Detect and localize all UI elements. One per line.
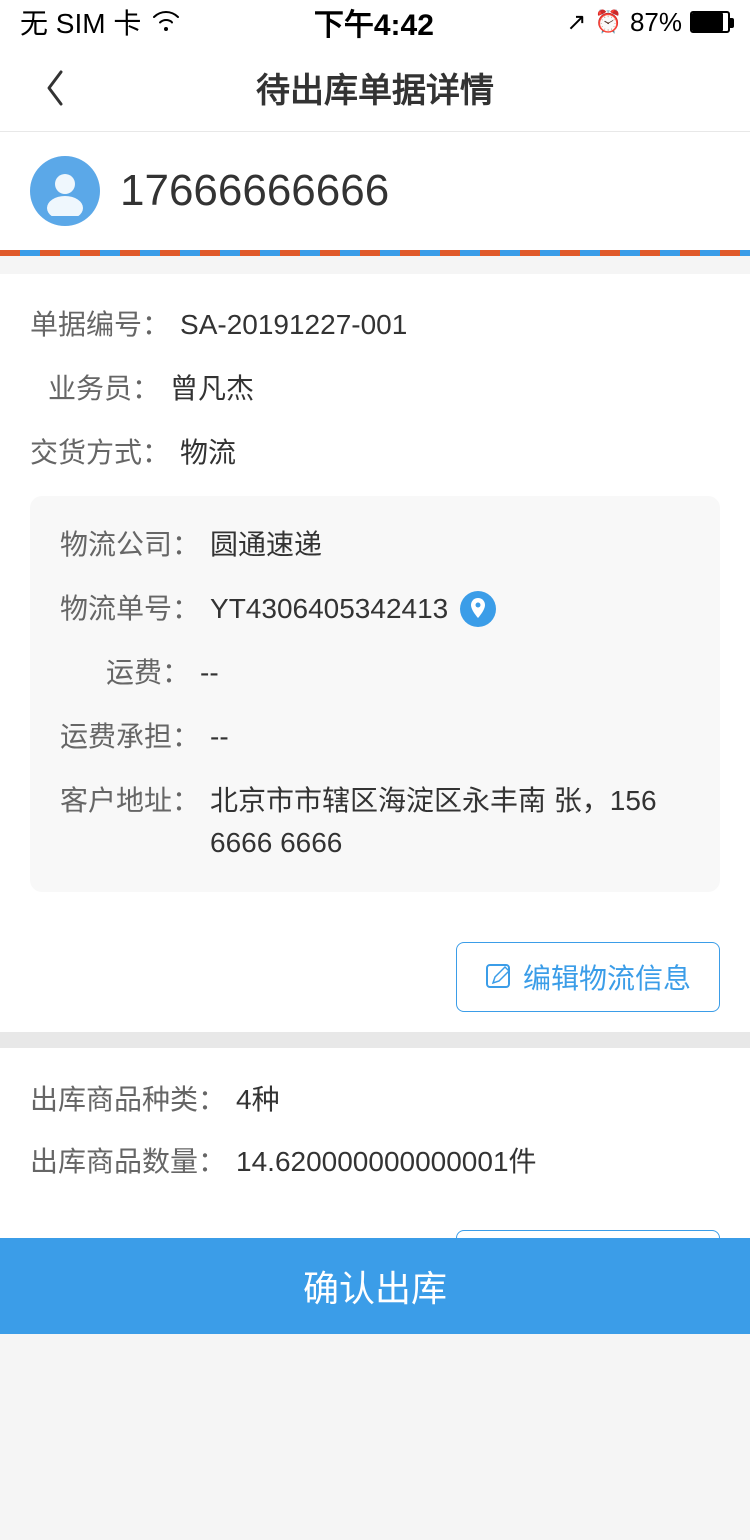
goods-types-value: 4种 (236, 1078, 720, 1118)
confirm-button[interactable]: 确认出库 (0, 1238, 750, 1334)
goods-quantity-label: 出库商品数量： (30, 1140, 236, 1180)
goods-types-row: 出库商品种类： 4种 (30, 1078, 720, 1118)
page-title: 待出库单据详情 (256, 63, 494, 112)
freight-bearer-value: -- (210, 716, 690, 758)
salesman-row: 业务员： 曾凡杰 (30, 368, 720, 410)
logistics-tracking-label: 物流单号： (60, 588, 210, 630)
battery-icon (690, 11, 730, 33)
document-value: SA-20191227-001 (180, 304, 720, 346)
section-divider (0, 1032, 750, 1048)
logistics-tracking-value: YT4306405342413 (210, 588, 690, 630)
freight-bearer-row: 运费承担： -- (60, 716, 690, 758)
logistics-company-label: 物流公司： (60, 524, 210, 566)
edit-btn-row: 编辑物流信息 (0, 922, 750, 1032)
freight-value: -- (200, 652, 690, 694)
dashed-separator (0, 250, 750, 256)
location-pin-icon[interactable] (460, 591, 496, 627)
freight-row: 运费： -- (60, 652, 690, 694)
document-row: 单据编号： SA-20191227-001 (30, 304, 720, 346)
address-label: 客户地址： (60, 780, 210, 822)
edit-logistics-button[interactable]: 编辑物流信息 (456, 942, 720, 1012)
carrier-text: 无 SIM 卡 (20, 2, 141, 42)
salesman-label: 业务员： (30, 368, 170, 410)
alarm-icon: ⏰ (595, 9, 622, 35)
goods-types-label: 出库商品种类： (30, 1078, 236, 1118)
delivery-label: 交货方式： (30, 432, 180, 474)
logistics-company-row: 物流公司： 圆通速递 (60, 524, 690, 566)
logistics-company-value: 圆通速递 (210, 524, 690, 566)
goods-quantity-row: 出库商品数量： 14.620000000000001件 (30, 1140, 720, 1180)
user-phone: 17666666666 (120, 166, 389, 216)
status-left: 无 SIM 卡 (20, 2, 181, 42)
status-bar: 无 SIM 卡 下午4:42 ↗ ⏰ 87% (0, 0, 750, 44)
edit-logistics-label: 编辑物流信息 (523, 957, 691, 997)
basic-info-card: 单据编号： SA-20191227-001 业务员： 曾凡杰 交货方式： 物流 … (0, 274, 750, 922)
freight-label: 运费： (60, 652, 200, 694)
goods-quantity-value: 14.620000000000001件 (236, 1140, 720, 1180)
nav-bar: 待出库单据详情 (0, 44, 750, 132)
avatar (30, 156, 100, 226)
tracking-number-text: YT4306405342413 (210, 588, 448, 630)
address-row: 客户地址： 北京市市辖区海淀区永丰南 张，156 6666 6666 (60, 780, 690, 864)
confirm-button-label: 确认出库 (303, 1260, 447, 1312)
salesman-value: 曾凡杰 (170, 368, 720, 410)
delivery-value: 物流 (180, 432, 720, 474)
empty-space (0, 1320, 750, 1540)
status-right: ↗ ⏰ 87% (566, 7, 730, 38)
location-icon: ↗ (566, 8, 586, 37)
user-header: 17666666666 (0, 132, 750, 250)
battery-text: 87% (630, 7, 682, 38)
status-time: 下午4:42 (314, 0, 434, 44)
delivery-row: 交货方式： 物流 (30, 432, 720, 474)
goods-card: 出库商品种类： 4种 出库商品数量： 14.620000000000001件 (0, 1048, 750, 1210)
back-button[interactable] (30, 63, 80, 113)
document-label: 单据编号： (30, 304, 180, 346)
wifi-icon (151, 6, 181, 38)
logistics-tracking-row: 物流单号： YT4306405342413 (60, 588, 690, 630)
logistics-box: 物流公司： 圆通速递 物流单号： YT4306405342413 运费： -- … (30, 496, 720, 892)
freight-bearer-label: 运费承担： (60, 716, 210, 758)
address-value: 北京市市辖区海淀区永丰南 张，156 6666 6666 (210, 780, 690, 864)
